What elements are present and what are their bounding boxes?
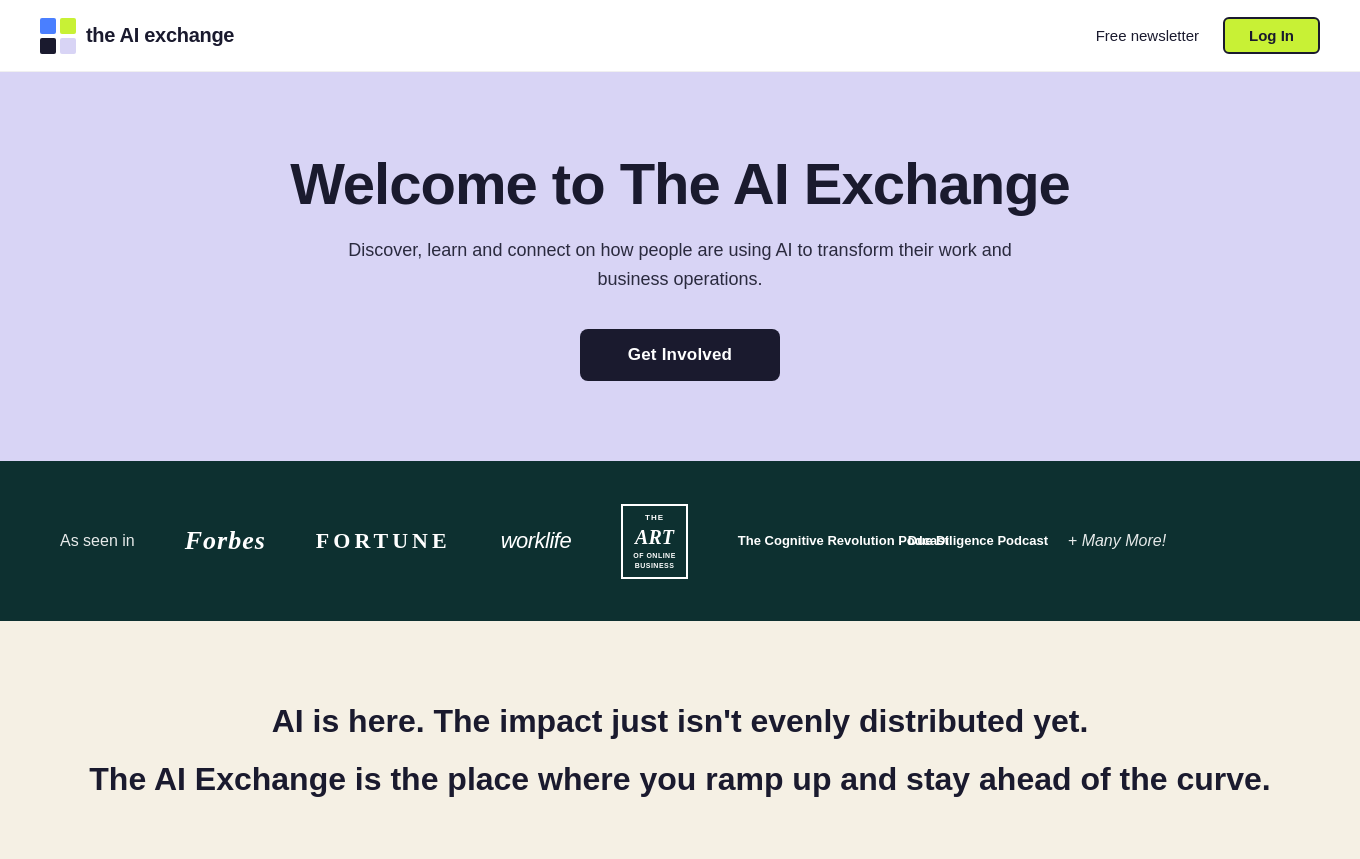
bottom-section: AI is here. The impact just isn't evenly… [0, 621, 1360, 859]
svg-rect-0 [40, 18, 56, 34]
svg-rect-1 [60, 18, 76, 34]
as-seen-in-section: As seen in Forbes FORTUNE worklife THE A… [0, 461, 1360, 621]
header-right: Free newsletter Log In [1096, 17, 1320, 54]
brand-fortune: FORTUNE [316, 528, 451, 554]
login-button[interactable]: Log In [1223, 17, 1320, 54]
brand-worklife: worklife [501, 528, 572, 554]
svg-rect-2 [40, 38, 56, 54]
brand-art-online-business: THE Art OF ONLINE BUSINESS [621, 504, 688, 579]
newsletter-link[interactable]: Free newsletter [1096, 27, 1199, 44]
logo-area[interactable]: the AI exchange [40, 18, 234, 54]
hero-subtitle: Discover, learn and connect on how peopl… [330, 236, 1030, 294]
header: the AI exchange Free newsletter Log In [0, 0, 1360, 72]
as-seen-in-label: As seen in [60, 532, 135, 550]
bottom-line1: AI is here. The impact just isn't evenly… [272, 701, 1089, 743]
logo-text: the AI exchange [86, 24, 234, 47]
logo-icon [40, 18, 76, 54]
hero-title: Welcome to The AI Exchange [290, 152, 1070, 216]
brand-logos: Forbes FORTUNE worklife THE Art OF ONLIN… [185, 504, 1166, 579]
brand-cognitive-revolution: The Cognitive Revolution Podcast [738, 532, 858, 550]
brand-due-diligence: Due Diligence Podcast [908, 532, 1018, 550]
brand-forbes: Forbes [185, 526, 266, 556]
hero-section: Welcome to The AI Exchange Discover, lea… [0, 72, 1360, 461]
svg-rect-3 [60, 38, 76, 54]
brand-many-more: + Many More! [1068, 532, 1166, 550]
bottom-line2: The AI Exchange is the place where you r… [89, 759, 1270, 801]
get-involved-button[interactable]: Get Involved [580, 329, 780, 381]
